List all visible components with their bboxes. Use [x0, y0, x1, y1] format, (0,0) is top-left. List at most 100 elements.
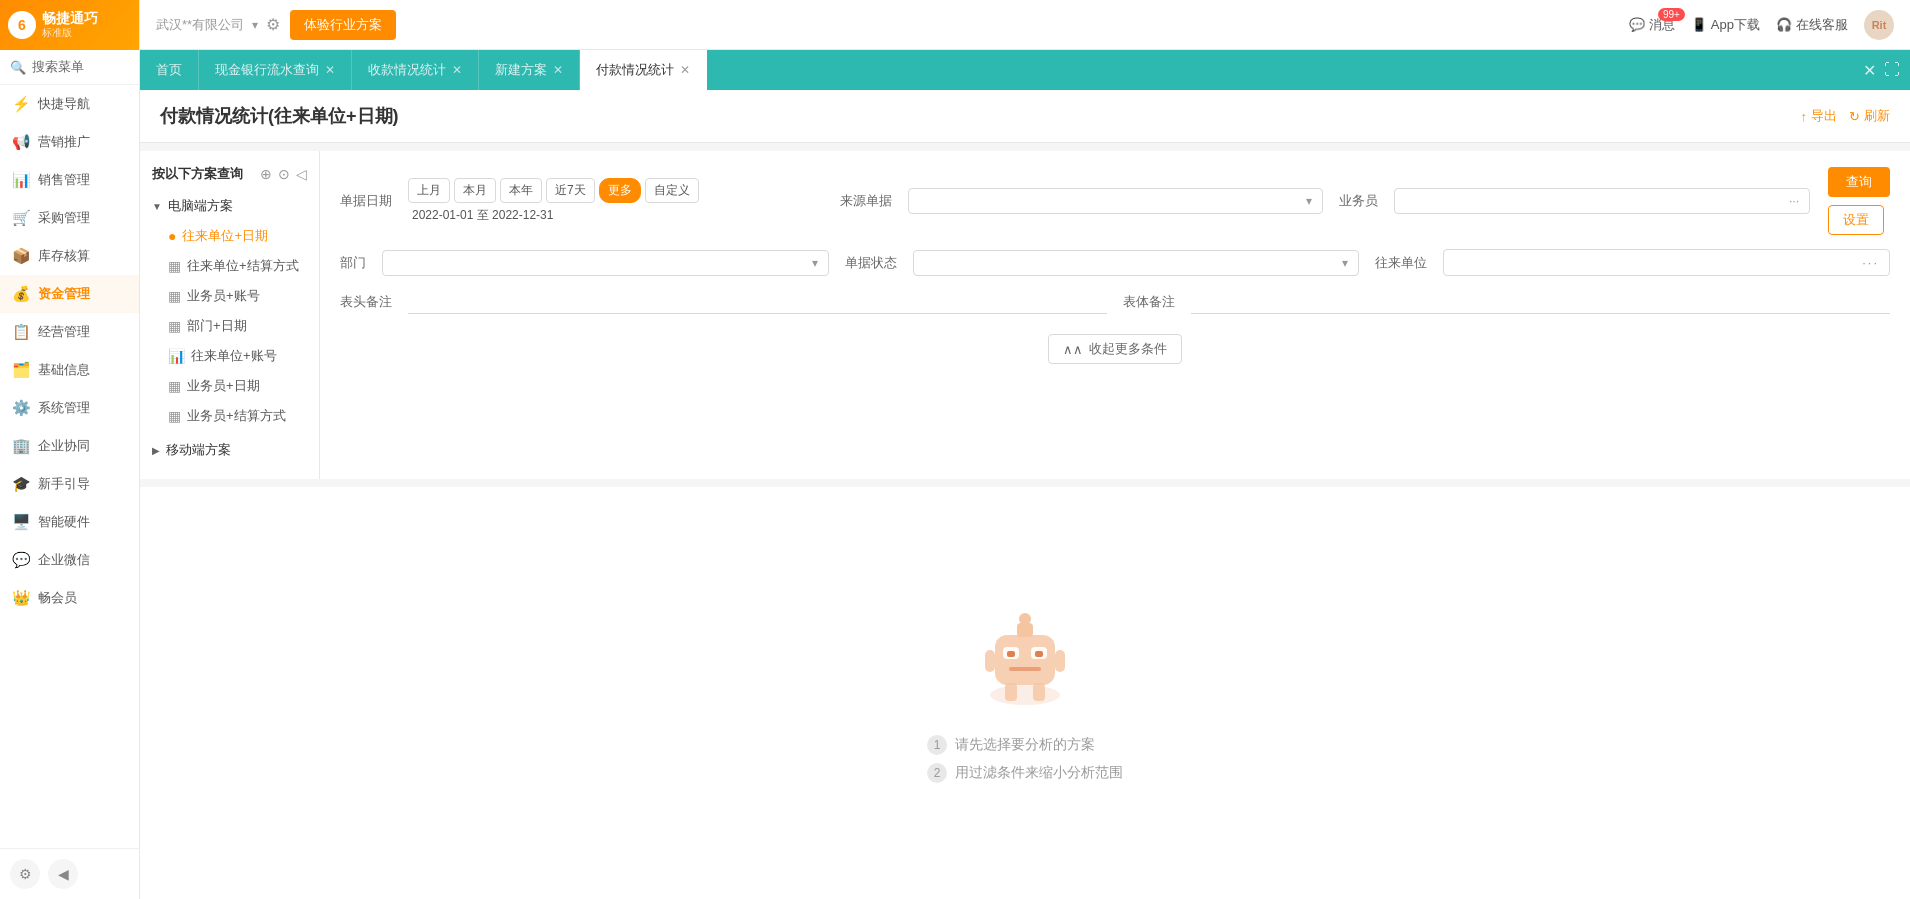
tabbar: 首页现金银行流水查询✕收款情况统计✕新建方案✕付款情况统计✕✕⛶: [140, 50, 1910, 90]
scheme-list-item[interactable]: ▦ 部门+日期: [148, 311, 319, 341]
topbar-gear-icon[interactable]: ⚙: [266, 15, 280, 34]
tab-label-receipt-stat: 收款情况统计: [368, 61, 446, 79]
sidebar-item-hardware[interactable]: 🖥️智能硬件: [0, 503, 139, 541]
scheme-item-icon: ▦: [168, 408, 181, 424]
scheme-group-arrow: ▶: [152, 445, 160, 456]
tab-payment-stat[interactable]: 付款情况统计✕: [580, 50, 707, 90]
settings-footer-btn[interactable]: ⚙: [10, 859, 40, 889]
scheme-item-icon: ●: [168, 228, 176, 244]
sidebar-item-enterprise[interactable]: 🏢企业协同: [0, 427, 139, 465]
scheme-item-label: 往来单位+账号: [191, 347, 277, 365]
svg-rect-11: [1005, 683, 1017, 701]
tab-receipt-stat[interactable]: 收款情况统计 ✕: [352, 50, 479, 90]
tab-home[interactable]: 首页: [140, 50, 199, 90]
scheme-item-icon: ▦: [168, 378, 181, 394]
sidebar-nav: ⚡快捷导航📢营销推广📊销售管理🛒采购管理📦库存核算💰资金管理📋经营管理🗂️基础信…: [0, 85, 139, 848]
last-month-btn[interactable]: 上月: [408, 178, 450, 203]
page-header: 付款情况统计(往来单位+日期) ↑ 导出 ↻ 刷新: [140, 90, 1910, 143]
collapse-bar: ∧∧ 收起更多条件: [340, 324, 1890, 374]
custom-btn[interactable]: 自定义: [645, 178, 699, 203]
tab-new-scheme[interactable]: 新建方案✕: [479, 50, 580, 90]
sidebar-item-operations[interactable]: 📋经营管理: [0, 313, 139, 351]
sidebar-item-member[interactable]: 👑畅会员: [0, 579, 139, 617]
svg-rect-4: [1007, 651, 1015, 657]
source-select[interactable]: ▾: [908, 188, 1324, 214]
header-note-input[interactable]: [408, 290, 1107, 314]
content: 付款情况统计(往来单位+日期) ↑ 导出 ↻ 刷新 按以下方案查询 ⊕: [140, 90, 1910, 899]
scheme-sidebar: 按以下方案查询 ⊕ ⊙ ◁ ▼电脑端方案●往来单位+日期▦往来单位+结算方式▦业…: [140, 151, 320, 479]
svg-rect-5: [1035, 651, 1043, 657]
close-all-icon[interactable]: ✕: [1863, 61, 1876, 80]
sidebar-item-purchase[interactable]: 🛒采购管理: [0, 199, 139, 237]
svg-rect-7: [1017, 623, 1033, 637]
counterparty-select[interactable]: ···: [1443, 249, 1890, 276]
maximize-icon[interactable]: ⛶: [1884, 61, 1900, 79]
scheme-item-icon: ▦: [168, 318, 181, 334]
sidebar-icon-guide: 🎓: [12, 475, 30, 493]
user-avatar[interactable]: Rit: [1864, 10, 1894, 40]
this-month-btn[interactable]: 本月: [454, 178, 496, 203]
app-download-action[interactable]: 📱 App下载: [1691, 16, 1760, 34]
sidebar-label-enterprise: 企业协同: [38, 437, 90, 455]
salesperson-arrow-icon: ···: [1789, 194, 1799, 208]
sidebar-item-guide[interactable]: 🎓新手引导: [0, 465, 139, 503]
scheme-list-item[interactable]: ▦业务员+结算方式: [148, 401, 319, 431]
online-service-action[interactable]: 🎧 在线客服: [1776, 16, 1848, 34]
svg-rect-9: [985, 650, 995, 672]
sidebar-item-marketing[interactable]: 📢营销推广: [0, 123, 139, 161]
sidebar-item-inventory[interactable]: 📦库存核算: [0, 237, 139, 275]
collapse-sidebar-btn[interactable]: ◀: [48, 859, 78, 889]
refresh-btn[interactable]: ↻ 刷新: [1849, 107, 1890, 125]
scheme-list-item[interactable]: 📊往来单位+账号: [148, 341, 319, 371]
sidebar-item-sales[interactable]: 📊销售管理: [0, 161, 139, 199]
message-action[interactable]: 💬 消息 99+: [1629, 16, 1675, 34]
scheme-item-icon: ▦: [168, 288, 181, 304]
tabbar-actions: ✕⛶: [1853, 50, 1910, 90]
tab-close-payment-stat[interactable]: ✕: [680, 63, 690, 77]
scheme-add-icon[interactable]: ⊕: [260, 166, 272, 182]
tab-cash-bank[interactable]: 现金银行流水查询✕: [199, 50, 352, 90]
sidebar-item-basic-info[interactable]: 🗂️基础信息: [0, 351, 139, 389]
tab-close-new-scheme[interactable]: ✕: [553, 63, 563, 77]
scheme-label: 按以下方案查询: [152, 165, 243, 183]
scheme-group-header[interactable]: ▼电脑端方案: [140, 191, 319, 221]
date-value: 2022-01-01 至 2022-12-31: [412, 207, 553, 224]
more-btn[interactable]: 更多: [599, 178, 641, 203]
trial-btn[interactable]: 体验行业方案: [290, 10, 396, 40]
scheme-list-item[interactable]: ▦业务员+账号: [148, 281, 319, 311]
tab-close-receipt-stat[interactable]: ✕: [452, 63, 462, 77]
sidebar-label-inventory: 库存核算: [38, 247, 90, 265]
scheme-list-item[interactable]: ●往来单位+日期: [148, 221, 319, 251]
page-title: 付款情况统计(往来单位+日期): [160, 104, 399, 128]
sidebar-item-finance[interactable]: 💰资金管理: [0, 275, 139, 313]
body-note-input[interactable]: [1191, 290, 1890, 314]
scheme-settings-icon[interactable]: ⊙: [278, 166, 290, 182]
sidebar-item-system[interactable]: ⚙️系统管理: [0, 389, 139, 427]
export-btn[interactable]: ↑ 导出: [1801, 107, 1838, 125]
dept-select[interactable]: ▾: [382, 250, 829, 276]
sidebar-item-wechat[interactable]: 💬企业微信: [0, 541, 139, 579]
sidebar-item-quick-nav[interactable]: ⚡快捷导航: [0, 85, 139, 123]
scheme-list-item[interactable]: ▦往来单位+结算方式: [148, 251, 319, 281]
last-7days-btn[interactable]: 近7天: [546, 178, 595, 203]
scheme-group-header[interactable]: ▶移动端方案: [140, 435, 319, 465]
svg-rect-1: [995, 635, 1055, 685]
salesperson-select[interactable]: ···: [1394, 188, 1810, 214]
tab-close-cash-bank[interactable]: ✕: [325, 63, 335, 77]
doc-status-select[interactable]: ▾: [913, 250, 1360, 276]
this-year-btn[interactable]: 本年: [500, 178, 542, 203]
search-menu[interactable]: 🔍 搜索菜单: [0, 50, 139, 85]
body-note-label: 表体备注: [1115, 293, 1183, 311]
topbar-dropdown-arrow[interactable]: ▾: [252, 18, 258, 32]
collapse-btn[interactable]: ∧∧ 收起更多条件: [1048, 334, 1182, 364]
query-btn[interactable]: 查询: [1828, 167, 1890, 197]
scheme-collapse-icon[interactable]: ◁: [296, 166, 307, 182]
doc-status-arrow-icon: ▾: [1342, 256, 1348, 270]
scheme-icons: ⊕ ⊙ ◁: [260, 166, 307, 182]
sidebar-label-system: 系统管理: [38, 399, 90, 417]
scheme-item-label: 部门+日期: [187, 317, 247, 335]
settings-btn[interactable]: 设置: [1828, 205, 1884, 235]
scheme-list-item[interactable]: ▦业务员+日期: [148, 371, 319, 401]
scheme-groups: ▼电脑端方案●往来单位+日期▦往来单位+结算方式▦业务员+账号▦部门+日期📊往来…: [140, 191, 319, 465]
sidebar-icon-member: 👑: [12, 589, 30, 607]
